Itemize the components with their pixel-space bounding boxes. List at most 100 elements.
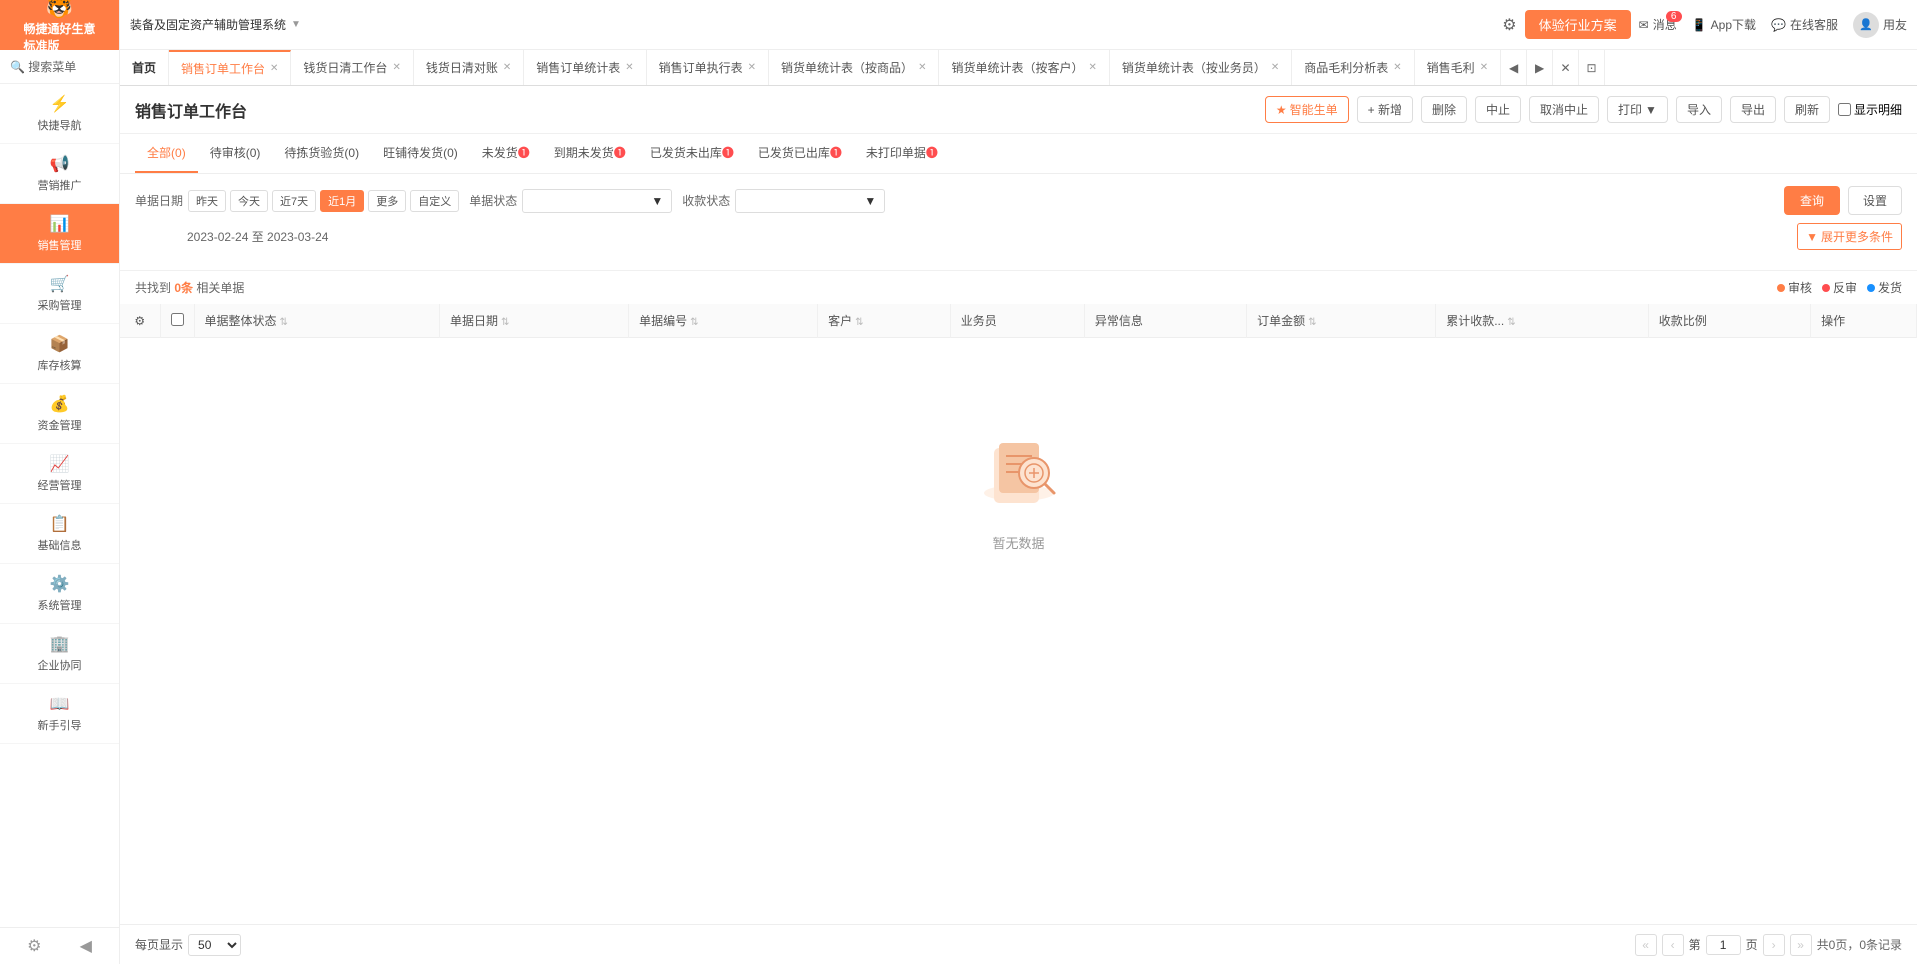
tab-profit-analysis[interactable]: 商品毛利分析表 ✕ (1292, 50, 1414, 86)
export-button[interactable]: 导出 (1730, 96, 1776, 123)
status-select[interactable]: ▼ (522, 189, 672, 213)
th-status-sort-icon[interactable]: ⇅ (280, 317, 288, 328)
page-prev-btn[interactable]: ‹ (1662, 934, 1684, 956)
sidebar-item-marketing[interactable]: 📢 营销推广 (0, 144, 119, 204)
tab-sales-workbench[interactable]: 销售订单工作台 ✕ (169, 50, 291, 86)
filter-tab-not-shipped[interactable]: 未发货❶ (470, 134, 542, 173)
tab-goods-salesman-close-icon[interactable]: ✕ (1271, 62, 1279, 73)
th-checkbox[interactable] (160, 304, 194, 338)
sidebar-item-quick-nav[interactable]: ⚡ 快捷导航 (0, 84, 119, 144)
tab-sales-stats-close-icon[interactable]: ✕ (625, 62, 633, 73)
filter-tab-pending-inspect[interactable]: 待拣货验货(0) (272, 134, 371, 173)
cancel-stop-button[interactable]: 取消中止 (1529, 96, 1599, 123)
sidebar-search-item[interactable]: 🔍 搜索菜单 (0, 50, 119, 84)
expand-conditions-button[interactable]: ▼ 展开更多条件 (1797, 223, 1902, 250)
total-count: 共0页，0条记录 (1817, 936, 1902, 953)
finance-label: 资金管理 (38, 417, 82, 433)
query-button[interactable]: 查询 (1784, 186, 1840, 215)
topbar-app-download-btn[interactable]: 📱 App下载 (1692, 16, 1756, 33)
th-customer-sort-icon[interactable]: ⇅ (855, 317, 863, 328)
th-number-sort-icon[interactable]: ⇅ (690, 317, 698, 328)
tab-sales-stats[interactable]: 销售订单统计表 ✕ (524, 50, 646, 86)
sidebar-item-basic-info[interactable]: 📋 基础信息 (0, 504, 119, 564)
filter-tab-pending-review[interactable]: 待审核(0) (198, 134, 273, 173)
sidebar-item-inventory[interactable]: 📦 库存核算 (0, 324, 119, 384)
show-detail-checkbox[interactable]: 显示明细 (1838, 101, 1902, 118)
page-next-btn[interactable]: › (1763, 934, 1785, 956)
sidebar-item-guide[interactable]: 📖 新手引导 (0, 684, 119, 744)
th-date-sort-icon[interactable]: ⇅ (501, 317, 509, 328)
user-avatar: 👤 (1853, 12, 1879, 38)
topbar-online-service-btn[interactable]: 💬 在线客服 (1771, 16, 1838, 33)
enterprise-label: 企业协同 (38, 657, 82, 673)
th-amount-sort-icon[interactable]: ⇅ (1308, 317, 1316, 328)
tab-close-all-btn[interactable]: ✕ (1553, 50, 1579, 86)
filter-tab-wangpu-pending[interactable]: 旺铺待发货(0) (371, 134, 470, 173)
tab-goods-stats-customer[interactable]: 销货单统计表（按客户） ✕ (939, 50, 1109, 86)
tab-sales-exec-close-icon[interactable]: ✕ (748, 62, 756, 73)
filter-tab-not-printed[interactable]: 未打印单据❶ (854, 134, 950, 173)
add-button[interactable]: + 新增 (1357, 96, 1413, 123)
guide-label: 新手引导 (38, 717, 82, 733)
tab-goods-customer-close-icon[interactable]: ✕ (1088, 62, 1096, 73)
date-btn-last7[interactable]: 近7天 (272, 190, 316, 212)
tab-expand-btn[interactable]: ⊡ (1579, 50, 1605, 86)
table-footer: 每页显示 20 50 100 200 « ‹ 第 页 › » (120, 924, 1917, 964)
settings-button[interactable]: 设置 (1848, 186, 1902, 215)
import-button[interactable]: 导入 (1676, 96, 1722, 123)
refresh-button[interactable]: 刷新 (1784, 96, 1830, 123)
review-action-btn[interactable]: 审核 (1777, 279, 1812, 296)
result-count: 共找到 0条 相关单据 (135, 279, 244, 296)
filter-tab-expired-not-shipped[interactable]: 到期未发货❶ (542, 134, 638, 173)
sidebar-item-enterprise[interactable]: 🏢 企业协同 (0, 624, 119, 684)
topbar-user[interactable]: 👤 用友 (1853, 12, 1907, 38)
topbar-settings-icon[interactable]: ⚙ (1502, 15, 1516, 35)
filter-tab-shipped-not-out[interactable]: 已发货未出库❶ (638, 134, 746, 173)
tab-profit-analysis-close-icon[interactable]: ✕ (1393, 62, 1401, 73)
tab-sales-profit-close-icon[interactable]: ✕ (1480, 62, 1488, 73)
tab-sales-profit[interactable]: 销售毛利 ✕ (1415, 50, 1501, 86)
tab-sales-exec[interactable]: 销售订单执行表 ✕ (647, 50, 769, 86)
sidebar-item-finance[interactable]: 💰 资金管理 (0, 384, 119, 444)
delete-button[interactable]: 删除 (1421, 96, 1467, 123)
payment-select[interactable]: ▼ (735, 189, 885, 213)
page-size-select[interactable]: 20 50 100 200 (188, 934, 241, 956)
tab-cash-reconcile-close-icon[interactable]: ✕ (503, 62, 511, 73)
tab-cash-clear[interactable]: 钱货日清工作台 ✕ (291, 50, 413, 86)
anti-review-action-btn[interactable]: 反审 (1822, 279, 1857, 296)
ship-action-btn[interactable]: 发货 (1867, 279, 1902, 296)
date-btn-today[interactable]: 今天 (230, 190, 268, 212)
print-button[interactable]: 打印 ▼ (1607, 96, 1668, 123)
th-collected-sort-icon[interactable]: ⇅ (1507, 317, 1515, 328)
tab-goods-stats-salesman[interactable]: 销货单统计表（按业务员） ✕ (1110, 50, 1292, 86)
filter-tab-shipped-out[interactable]: 已发货已出库❶ (746, 134, 854, 173)
marketing-label: 营销推广 (38, 177, 82, 193)
sidebar-item-sales[interactable]: 📊 销售管理 (0, 204, 119, 264)
date-btn-last1m[interactable]: 近1月 (320, 190, 364, 212)
page-first-btn[interactable]: « (1635, 934, 1657, 956)
tab-home[interactable]: 首页 (120, 50, 169, 86)
date-btn-custom[interactable]: 自定义 (410, 190, 459, 212)
sidebar-item-purchase[interactable]: 🛒 采购管理 (0, 264, 119, 324)
smart-generate-button[interactable]: ★ 智能生单 (1265, 96, 1349, 123)
tab-cash-reconcile[interactable]: 钱货日清对账 ✕ (414, 50, 524, 86)
tab-nav-next-btn[interactable]: ▶ (1527, 50, 1553, 86)
th-settings[interactable]: ⚙ (120, 304, 160, 338)
tab-goods-product-close-icon[interactable]: ✕ (918, 62, 926, 73)
page-input[interactable] (1706, 935, 1741, 955)
sidebar-item-system[interactable]: ⚙️ 系统管理 (0, 564, 119, 624)
sidebar-item-operations[interactable]: 📈 经营管理 (0, 444, 119, 504)
filter-tab-all[interactable]: 全部(0) (135, 134, 198, 173)
date-btn-more[interactable]: 更多 (368, 190, 406, 212)
date-btn-yesterday[interactable]: 昨天 (188, 190, 226, 212)
topbar-message-btn[interactable]: ✉ 消息 6 (1639, 16, 1677, 33)
topbar-cta-button[interactable]: 体验行业方案 (1525, 10, 1631, 39)
tab-nav-prev-btn[interactable]: ◀ (1501, 50, 1527, 86)
tab-cash-clear-close-icon[interactable]: ✕ (392, 62, 400, 73)
sidebar-settings-btn[interactable]: ⚙ (27, 936, 41, 956)
page-last-btn[interactable]: » (1790, 934, 1812, 956)
sidebar-collapse-btn[interactable]: ◀ (80, 936, 92, 956)
tab-sales-workbench-close-icon[interactable]: ✕ (270, 63, 278, 74)
tab-goods-stats-product[interactable]: 销货单统计表（按商品） ✕ (769, 50, 939, 86)
stop-button[interactable]: 中止 (1475, 96, 1521, 123)
